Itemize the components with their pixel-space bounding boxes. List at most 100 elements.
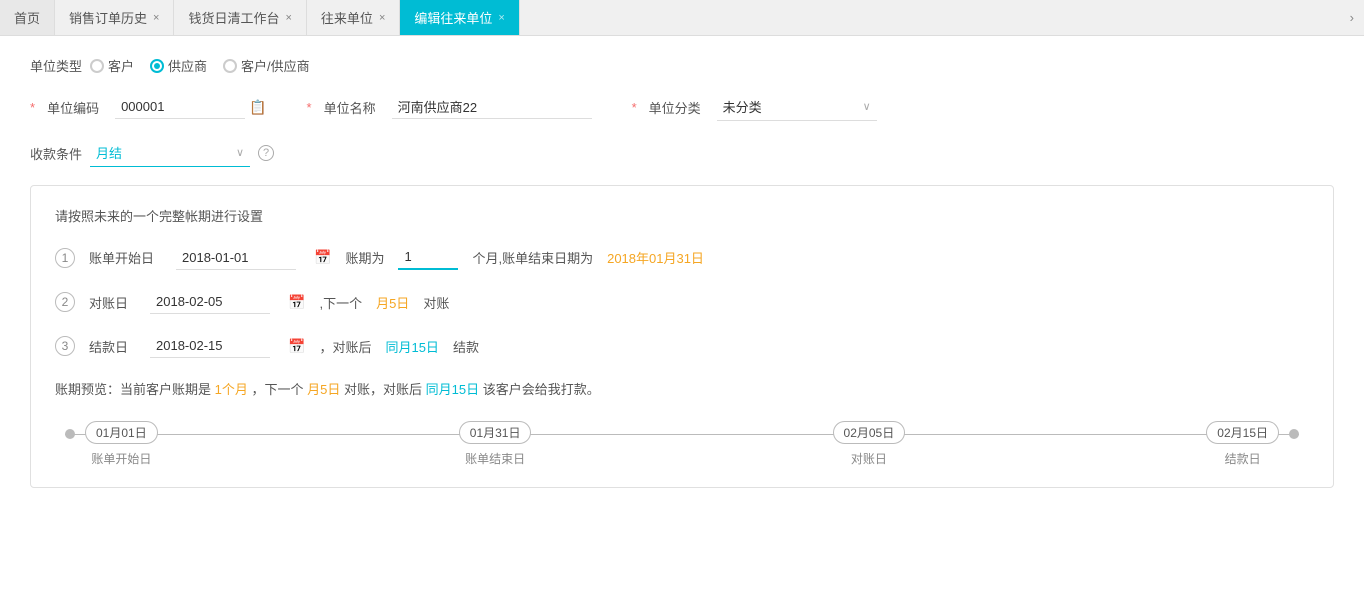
step-1-label: 账单开始日 bbox=[89, 248, 154, 267]
unit-code-label: 单位编码 bbox=[47, 98, 99, 117]
step-3-desc-suffix: 结款 bbox=[453, 337, 479, 356]
preview-part3-suffix: 该客户会给我打款。 bbox=[483, 382, 600, 397]
step-1-period-prefix: 账期为 bbox=[345, 248, 384, 267]
radio-customer[interactable]: 客户 bbox=[90, 56, 134, 75]
step-2-desc-prefix: ,下一个 bbox=[319, 293, 362, 312]
unit-code-required: * bbox=[30, 100, 35, 115]
payment-terms-label: 收款条件 bbox=[30, 144, 82, 163]
help-icon[interactable]: ? bbox=[258, 145, 274, 161]
unit-category-group: * 单位分类 未分类 ∨ bbox=[632, 93, 877, 121]
unit-name-group: * 单位名称 bbox=[307, 95, 592, 119]
tab-partner-units-label: 往来单位 bbox=[321, 8, 373, 27]
tab-cash-ledger-close[interactable]: × bbox=[285, 12, 291, 24]
tab-bar: 首页 销售订单历史 × 钱货日清工作台 × 往来单位 × 编辑往来单位 × › bbox=[0, 0, 1364, 36]
step-3-num: 3 bbox=[55, 336, 75, 356]
radio-supplier[interactable]: 供应商 bbox=[150, 56, 207, 75]
radio-supplier-label: 供应商 bbox=[168, 56, 207, 75]
step-2-desc-highlight: 月5日 bbox=[376, 293, 409, 312]
settings-panel: 请按照未来的一个完整帐期进行设置 1 账单开始日 📅 账期为 个月,账单结束日期… bbox=[30, 185, 1334, 488]
radio-customer-label: 客户 bbox=[108, 56, 134, 75]
unit-fields-row: * 单位编码 📋 * 单位名称 * 单位分类 未分类 ∨ bbox=[30, 93, 1334, 121]
unit-name-label: 单位名称 bbox=[324, 98, 376, 117]
unit-category-select[interactable]: 未分类 ∨ bbox=[717, 93, 877, 121]
tab-partner-units-close[interactable]: × bbox=[379, 12, 385, 24]
tab-cash-ledger-label: 钱货日清工作台 bbox=[188, 8, 279, 27]
preview-prefix: 账期预览：当前客户账期是 bbox=[55, 382, 211, 397]
radio-customer-circle bbox=[90, 59, 104, 73]
timeline: 01月01日 账单开始日 01月31日 账单结束日 02月05日 对账日 02月… bbox=[55, 421, 1309, 467]
step-3-calendar-icon[interactable]: 📅 bbox=[288, 338, 305, 355]
unit-type-radio-group: 客户 供应商 客户/供应商 bbox=[90, 56, 310, 75]
unit-name-input-wrap bbox=[392, 95, 592, 119]
chevron-right-icon: › bbox=[1350, 10, 1354, 25]
tab-edit-partner[interactable]: 编辑往来单位 × bbox=[400, 0, 519, 35]
step-2-row: 2 对账日 📅 ,下一个 月5日 对账 bbox=[55, 290, 1309, 314]
timeline-label-2: 对账日 bbox=[851, 450, 887, 467]
panel-title: 请按照未来的一个完整帐期进行设置 bbox=[55, 206, 1309, 225]
step-1-num: 1 bbox=[55, 248, 75, 268]
timeline-node-2: 02月05日 对账日 bbox=[833, 421, 906, 467]
unit-type-label: 单位类型 bbox=[30, 56, 82, 75]
preview-part2-suffix: 对账，对账后 bbox=[344, 382, 422, 397]
unit-code-copy-icon[interactable]: 📋 bbox=[249, 99, 266, 116]
unit-category-required: * bbox=[632, 100, 637, 115]
step-3-label: 结款日 bbox=[89, 337, 128, 356]
tab-partner-units[interactable]: 往来单位 × bbox=[307, 0, 400, 35]
tab-home[interactable]: 首页 bbox=[0, 0, 55, 35]
radio-both[interactable]: 客户/供应商 bbox=[223, 56, 310, 75]
help-icon-label: ? bbox=[263, 147, 269, 159]
timeline-nodes: 01月01日 账单开始日 01月31日 账单结束日 02月05日 对账日 02月… bbox=[65, 421, 1299, 467]
step-3-desc-prefix: ，对账后 bbox=[319, 337, 371, 356]
step-1-calendar-icon[interactable]: 📅 bbox=[314, 249, 331, 266]
step-3-row: 3 结款日 📅 ，对账后 同月15日 结款 bbox=[55, 334, 1309, 358]
timeline-badge-2: 02月05日 bbox=[833, 421, 906, 444]
payment-terms-select[interactable]: 月结 ∨ bbox=[90, 139, 250, 167]
timeline-label-1: 账单结束日 bbox=[465, 450, 525, 467]
step-2-label: 对账日 bbox=[89, 293, 128, 312]
tab-expander[interactable]: › bbox=[1340, 0, 1364, 35]
main-content: 单位类型 客户 供应商 客户/供应商 * 单位编码 📋 bbox=[0, 36, 1364, 608]
tab-home-label: 首页 bbox=[14, 8, 40, 27]
preview-part3: 同月15日 bbox=[426, 382, 479, 397]
timeline-node-3: 02月15日 结款日 bbox=[1206, 421, 1279, 467]
step-3-date-input[interactable] bbox=[150, 334, 270, 358]
timeline-badge-0: 01月01日 bbox=[85, 421, 158, 444]
radio-both-label: 客户/供应商 bbox=[241, 56, 310, 75]
preview-text: 账期预览：当前客户账期是 1个月 ，下一个 月5日 对账，对账后 同月15日 该… bbox=[55, 378, 1309, 401]
unit-category-value: 未分类 bbox=[723, 97, 857, 116]
payment-terms-row: 收款条件 月结 ∨ ? bbox=[30, 139, 1334, 167]
unit-type-row: 单位类型 客户 供应商 客户/供应商 bbox=[30, 56, 1334, 75]
tab-cash-ledger[interactable]: 钱货日清工作台 × bbox=[174, 0, 306, 35]
unit-code-group: * 单位编码 📋 bbox=[30, 95, 267, 119]
timeline-badge-3: 02月15日 bbox=[1206, 421, 1279, 444]
payment-terms-chevron-icon: ∨ bbox=[236, 146, 244, 159]
step-2-date-input[interactable] bbox=[150, 290, 270, 314]
timeline-label-0: 账单开始日 bbox=[91, 450, 151, 467]
step-2-calendar-icon[interactable]: 📅 bbox=[288, 294, 305, 311]
step-1-period-unit: 个月,账单结束日期为 bbox=[472, 248, 593, 267]
unit-category-label: 单位分类 bbox=[649, 98, 701, 117]
tab-sales-history-label: 销售订单历史 bbox=[69, 8, 147, 27]
preview-part1: 1个月 bbox=[215, 382, 248, 397]
tab-edit-partner-close[interactable]: × bbox=[498, 12, 504, 24]
timeline-node-0: 01月01日 账单开始日 bbox=[85, 421, 158, 467]
step-2-num: 2 bbox=[55, 292, 75, 312]
unit-category-chevron-icon: ∨ bbox=[863, 100, 871, 113]
tab-edit-partner-label: 编辑往来单位 bbox=[414, 8, 492, 27]
step-1-row: 1 账单开始日 📅 账期为 个月,账单结束日期为 2018年01月31日 bbox=[55, 245, 1309, 270]
timeline-node-1: 01月31日 账单结束日 bbox=[459, 421, 532, 467]
unit-code-input-wrap: 📋 bbox=[115, 95, 266, 119]
preview-part2: 月5日 bbox=[307, 382, 340, 397]
tab-sales-history-close[interactable]: × bbox=[153, 12, 159, 24]
radio-both-circle bbox=[223, 59, 237, 73]
step-1-date-input[interactable] bbox=[176, 246, 296, 270]
step-1-period-end: 2018年01月31日 bbox=[607, 248, 704, 267]
tab-sales-history[interactable]: 销售订单历史 × bbox=[55, 0, 174, 35]
unit-name-input[interactable] bbox=[392, 95, 592, 119]
step-1-period-input[interactable] bbox=[398, 245, 458, 270]
unit-code-input[interactable] bbox=[115, 95, 245, 119]
timeline-label-3: 结款日 bbox=[1225, 450, 1261, 467]
preview-part1-suffix: ，下一个 bbox=[252, 382, 304, 397]
radio-supplier-circle bbox=[150, 59, 164, 73]
timeline-badge-1: 01月31日 bbox=[459, 421, 532, 444]
